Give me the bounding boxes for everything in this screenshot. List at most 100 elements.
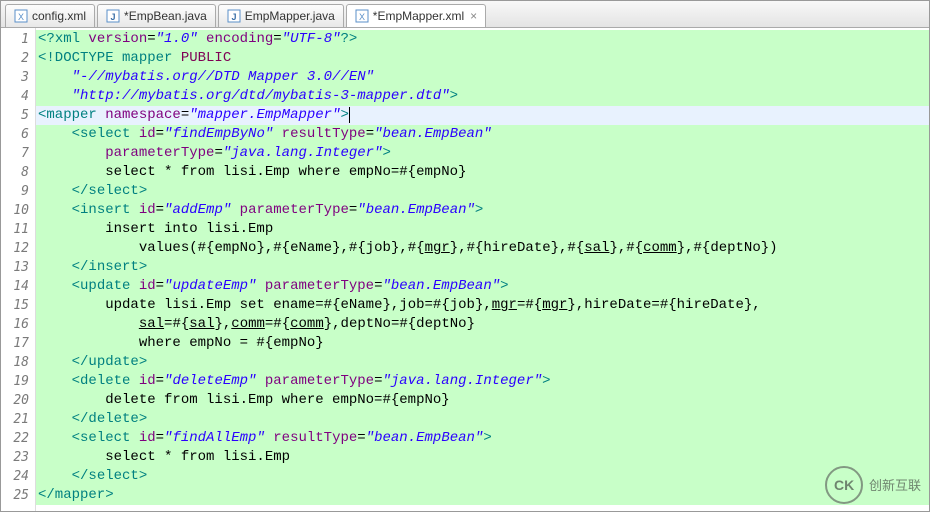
code-line[interactable]: </delete> bbox=[36, 410, 929, 429]
code-token: } bbox=[551, 240, 559, 256]
code-token: ,# bbox=[265, 240, 282, 256]
line-number: 25 bbox=[1, 486, 35, 505]
code-token: id bbox=[139, 126, 156, 142]
code-line[interactable]: select * from lisi.Emp where empNo=#{emp… bbox=[36, 163, 929, 182]
code-line[interactable]: </select> bbox=[36, 182, 929, 201]
code-line[interactable]: "http://mybatis.org/dtd/mybatis-3-mapper… bbox=[36, 87, 929, 106]
code-token: id bbox=[139, 373, 156, 389]
code-token bbox=[38, 373, 72, 389]
code-token bbox=[38, 468, 72, 484]
code-line[interactable]: <mapper namespace="mapper.EmpMapper"> bbox=[36, 106, 929, 125]
code-token: comm bbox=[643, 240, 677, 256]
code-token: </delete> bbox=[72, 411, 148, 427]
line-number: 17 bbox=[1, 334, 35, 353]
code-token: { bbox=[391, 392, 399, 408]
code-token: =# bbox=[265, 316, 282, 332]
code-token: } bbox=[324, 316, 332, 332]
code-area[interactable]: <?xml version="1.0" encoding="UTF-8"?><!… bbox=[36, 28, 929, 512]
code-token: , bbox=[752, 297, 760, 313]
code-token: { bbox=[534, 297, 542, 313]
code-token: } bbox=[609, 240, 617, 256]
line-number: 14 bbox=[1, 277, 35, 296]
code-token: parameterType bbox=[105, 145, 214, 161]
code-token: = bbox=[156, 278, 164, 294]
code-token: </update> bbox=[72, 354, 148, 370]
code-token: hireDate bbox=[677, 297, 744, 313]
code-token: <update bbox=[72, 278, 139, 294]
code-token bbox=[38, 316, 139, 332]
code-token: comm bbox=[290, 316, 324, 332]
code-token: mgr bbox=[542, 297, 567, 313]
code-token: > bbox=[500, 278, 508, 294]
editor-tab[interactable]: Xconfig.xml bbox=[5, 4, 95, 27]
code-line[interactable]: delete from lisi.Emp where empNo=#{empNo… bbox=[36, 391, 929, 410]
code-line[interactable]: </mapper> bbox=[36, 486, 929, 505]
code-token: eName bbox=[290, 240, 332, 256]
code-token: "bean.EmpBean" bbox=[357, 202, 475, 218]
line-number: 2 bbox=[1, 49, 35, 68]
code-token: deptNo bbox=[416, 316, 466, 332]
code-token: =# bbox=[164, 316, 181, 332]
code-line[interactable]: update lisi.Emp set ename=#{eName},job=#… bbox=[36, 296, 929, 315]
code-token: mgr bbox=[425, 240, 450, 256]
editor-area: 1234567891011121314151617181920212223242… bbox=[1, 28, 929, 512]
code-token: > bbox=[382, 145, 390, 161]
code-token: parameterType bbox=[256, 278, 374, 294]
code-token: "java.lang.Integer" bbox=[223, 145, 383, 161]
line-number: 21 bbox=[1, 410, 35, 429]
code-token: "http://mybatis.org/dtd/mybatis-3-mapper… bbox=[72, 88, 450, 104]
code-token: "bean.EmpBean" bbox=[366, 430, 484, 446]
code-line[interactable]: select * from lisi.Emp bbox=[36, 448, 929, 467]
code-line[interactable]: <insert id="addEmp" parameterType="bean.… bbox=[36, 201, 929, 220]
code-line[interactable]: values(#{empNo},#{eName},#{job},#{mgr},#… bbox=[36, 239, 929, 258]
code-line[interactable]: </insert> bbox=[36, 258, 929, 277]
editor-tab[interactable]: JEmpMapper.java bbox=[218, 4, 344, 27]
line-number-gutter: 1234567891011121314151617181920212223242… bbox=[1, 28, 36, 512]
code-line[interactable]: where empNo = #{empNo} bbox=[36, 334, 929, 353]
watermark-logo: CK bbox=[825, 466, 863, 504]
code-line[interactable]: </select> bbox=[36, 467, 929, 486]
code-line[interactable]: "-//mybatis.org//DTD Mapper 3.0//EN" bbox=[36, 68, 929, 87]
code-line[interactable]: <delete id="deleteEmp" parameterType="ja… bbox=[36, 372, 929, 391]
code-token: "UTF-8" bbox=[282, 31, 341, 47]
code-token: empNo bbox=[214, 240, 256, 256]
code-token: <select bbox=[72, 430, 139, 446]
code-token bbox=[38, 88, 72, 104]
code-token: resultType bbox=[265, 430, 357, 446]
code-line[interactable]: insert into lisi.Emp bbox=[36, 220, 929, 239]
close-icon[interactable]: × bbox=[470, 9, 477, 23]
code-line[interactable]: <update id="updateEmp" parameterType="be… bbox=[36, 277, 929, 296]
code-token: <select bbox=[72, 126, 139, 142]
code-token: } bbox=[450, 240, 458, 256]
code-token: = bbox=[357, 430, 365, 446]
code-line[interactable]: sal=#{sal},comm=#{comm},deptNo=#{deptNo} bbox=[36, 315, 929, 334]
code-token bbox=[38, 278, 72, 294]
code-line[interactable]: parameterType="java.lang.Integer"> bbox=[36, 144, 929, 163]
code-token: namespace bbox=[105, 107, 181, 123]
code-token: } bbox=[458, 164, 466, 180]
code-line[interactable]: <select id="findAllEmp" resultType="bean… bbox=[36, 429, 929, 448]
code-token: { bbox=[416, 240, 424, 256]
code-token: empNo bbox=[416, 164, 458, 180]
code-line[interactable]: </update> bbox=[36, 353, 929, 372]
line-number: 23 bbox=[1, 448, 35, 467]
code-token: parameterType bbox=[231, 202, 349, 218]
tab-label: *EmpBean.java bbox=[124, 9, 207, 23]
code-token: ,deptNo=# bbox=[332, 316, 408, 332]
code-line[interactable]: <?xml version="1.0" encoding="UTF-8"?> bbox=[36, 30, 929, 49]
code-token: encoding bbox=[198, 31, 274, 47]
tab-bar: Xconfig.xmlJ*EmpBean.javaJEmpMapper.java… bbox=[1, 1, 929, 28]
code-token: = bbox=[273, 31, 281, 47]
editor-tab[interactable]: J*EmpBean.java bbox=[97, 4, 216, 27]
code-token: } bbox=[744, 297, 752, 313]
code-token: } bbox=[441, 392, 449, 408]
editor-tab[interactable]: X*EmpMapper.xml× bbox=[346, 4, 486, 27]
code-token: } bbox=[315, 335, 323, 351]
code-token: > bbox=[475, 202, 483, 218]
code-token bbox=[38, 69, 72, 85]
code-line[interactable]: <select id="findEmpByNo" resultType="bea… bbox=[36, 125, 929, 144]
code-token: = bbox=[156, 202, 164, 218]
code-line[interactable]: <!DOCTYPE mapper PUBLIC bbox=[36, 49, 929, 68]
code-token: { bbox=[408, 164, 416, 180]
code-token: select * from lisi.Emp where empNo=# bbox=[38, 164, 408, 180]
